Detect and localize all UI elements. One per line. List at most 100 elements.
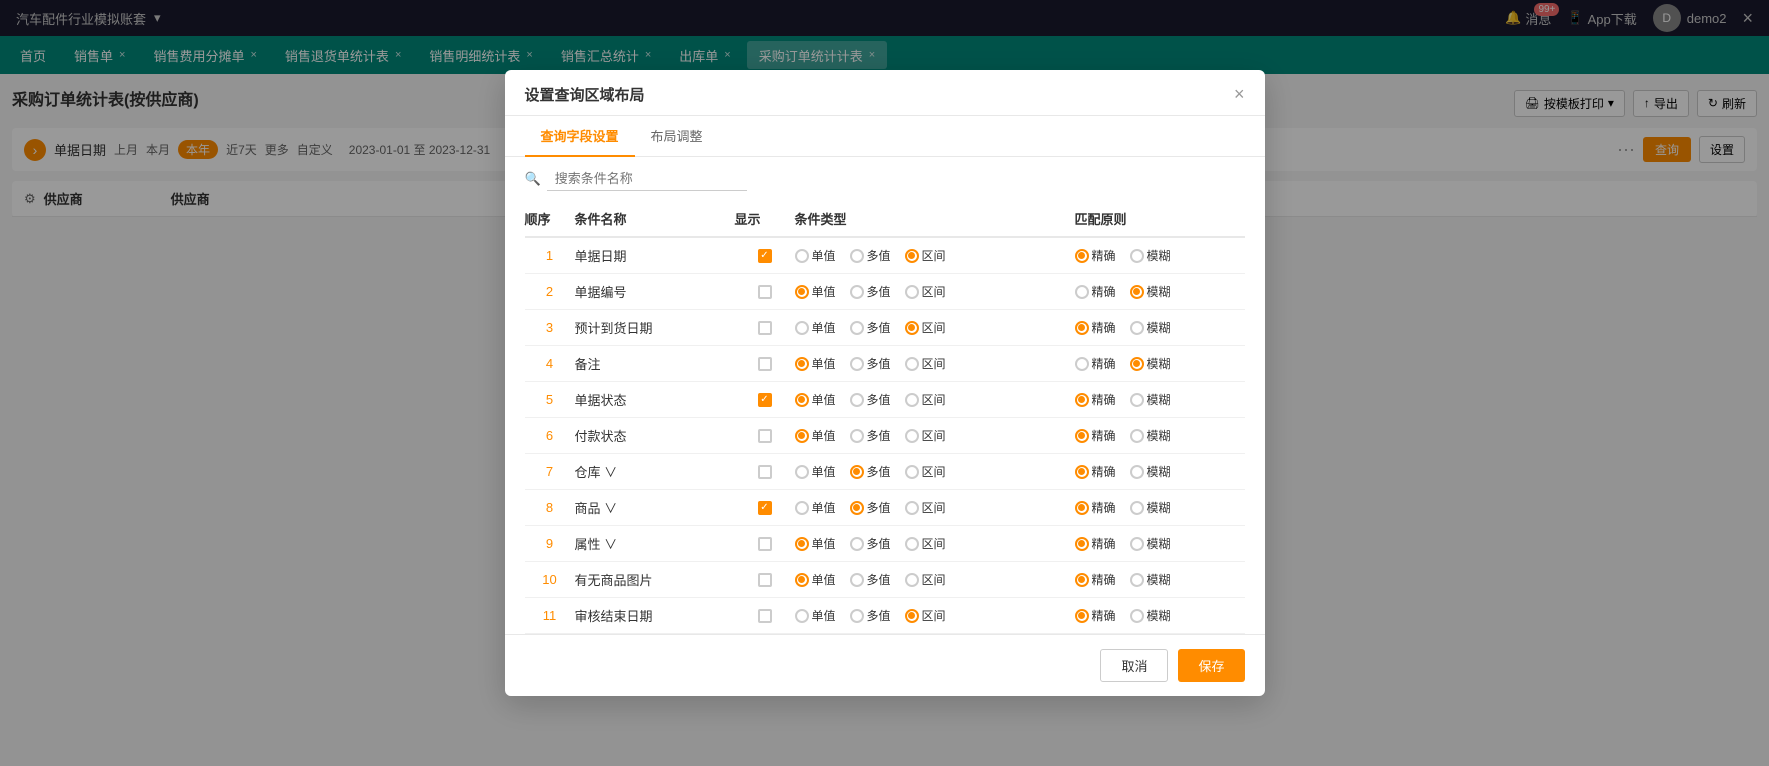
rule-circle-exact — [1075, 537, 1089, 551]
dialog-tab-query-fields[interactable]: 查询字段设置 — [525, 116, 635, 157]
type-radio-single[interactable]: 单值 — [795, 319, 836, 336]
row-name: 单据状态 — [575, 390, 735, 409]
rule-radio-fuzzy[interactable]: 模糊 — [1130, 427, 1171, 444]
type-radio-single[interactable]: 单值 — [795, 499, 836, 516]
rule-radio-fuzzy[interactable]: 模糊 — [1130, 571, 1171, 588]
type-radio-group: 单值多值区间 — [795, 535, 1075, 552]
type-radio-range[interactable]: 区间 — [905, 535, 946, 552]
rule-radio-exact[interactable]: 精确 — [1075, 499, 1116, 516]
rule-radio-fuzzy[interactable]: 模糊 — [1130, 247, 1171, 264]
radio-circle-multi — [850, 465, 864, 479]
rule-circle-exact — [1075, 357, 1089, 371]
row-num: 2 — [525, 284, 575, 299]
col-name: 条件名称 — [575, 209, 735, 228]
type-radio-single[interactable]: 单值 — [795, 535, 836, 552]
display-checkbox[interactable]: ✓ — [758, 393, 772, 407]
type-radio-range[interactable]: 区间 — [905, 499, 946, 516]
display-checkbox[interactable]: ✓ — [758, 501, 772, 515]
type-radio-single[interactable]: 单值 — [795, 427, 836, 444]
dialog-close-icon[interactable]: × — [1234, 84, 1245, 105]
rule-radio-exact[interactable]: 精确 — [1075, 463, 1116, 480]
rule-radio-fuzzy[interactable]: 模糊 — [1130, 319, 1171, 336]
rule-radio-fuzzy[interactable]: 模糊 — [1130, 499, 1171, 516]
type-radio-multi[interactable]: 多值 — [850, 427, 891, 444]
display-checkbox[interactable] — [758, 465, 772, 479]
type-radio-single[interactable]: 单值 — [795, 463, 836, 480]
save-button[interactable]: 保存 — [1178, 649, 1244, 682]
type-radio-multi[interactable]: 多值 — [850, 391, 891, 408]
display-checkbox[interactable] — [758, 429, 772, 443]
type-radio-multi[interactable]: 多值 — [850, 607, 891, 624]
type-radio-single[interactable]: 单值 — [795, 247, 836, 264]
type-radio-range[interactable]: 区间 — [905, 607, 946, 624]
rule-circle-fuzzy — [1130, 429, 1144, 443]
display-checkbox[interactable] — [758, 357, 772, 371]
display-checkbox[interactable] — [758, 573, 772, 587]
display-checkbox[interactable] — [758, 537, 772, 551]
type-radio-range[interactable]: 区间 — [905, 355, 946, 372]
row-name: 单据日期 — [575, 246, 735, 265]
type-radio-range[interactable]: 区间 — [905, 427, 946, 444]
rule-radio-exact[interactable]: 精确 — [1075, 571, 1116, 588]
type-radio-range[interactable]: 区间 — [905, 463, 946, 480]
radio-label-single: 单值 — [812, 319, 836, 336]
rule-label-exact: 精确 — [1092, 391, 1116, 408]
rule-radio-fuzzy[interactable]: 模糊 — [1130, 463, 1171, 480]
row-num: 11 — [525, 608, 575, 623]
search-icon: 🔍 — [525, 171, 541, 187]
rule-radio-fuzzy[interactable]: 模糊 — [1130, 391, 1171, 408]
display-checkbox[interactable] — [758, 609, 772, 623]
rule-radio-exact[interactable]: 精确 — [1075, 319, 1116, 336]
display-checkbox[interactable] — [758, 321, 772, 335]
type-radio-range[interactable]: 区间 — [905, 247, 946, 264]
type-radio-multi[interactable]: 多值 — [850, 283, 891, 300]
rule-radio-exact[interactable]: 精确 — [1075, 283, 1116, 300]
type-radio-multi[interactable]: 多值 — [850, 571, 891, 588]
rule-radio-fuzzy[interactable]: 模糊 — [1130, 283, 1171, 300]
type-radio-range[interactable]: 区间 — [905, 391, 946, 408]
display-checkbox[interactable]: ✓ — [758, 249, 772, 263]
rule-label-exact: 精确 — [1092, 535, 1116, 552]
rule-radio-group: 精确 模糊 — [1075, 355, 1265, 372]
type-radio-single[interactable]: 单值 — [795, 391, 836, 408]
type-radio-multi[interactable]: 多值 — [850, 319, 891, 336]
type-radio-range[interactable]: 区间 — [905, 571, 946, 588]
radio-circle-multi — [850, 321, 864, 335]
type-cell: 单值多值区间 — [795, 607, 1075, 624]
row-display-cell — [735, 429, 795, 443]
type-radio-multi[interactable]: 多值 — [850, 355, 891, 372]
rule-radio-fuzzy[interactable]: 模糊 — [1130, 535, 1171, 552]
rule-radio-exact[interactable]: 精确 — [1075, 355, 1116, 372]
rule-label-fuzzy: 模糊 — [1147, 355, 1171, 372]
type-radio-single[interactable]: 单值 — [795, 355, 836, 372]
type-radio-range[interactable]: 区间 — [905, 319, 946, 336]
type-radio-single[interactable]: 单值 — [795, 607, 836, 624]
rule-cell: 精确模糊 — [1075, 499, 1265, 516]
radio-circle-single — [795, 249, 809, 263]
type-radio-multi[interactable]: 多值 — [850, 535, 891, 552]
radio-label-range: 区间 — [922, 355, 946, 372]
rule-radio-fuzzy[interactable]: 模糊 — [1130, 355, 1171, 372]
rule-radio-fuzzy[interactable]: 模糊 — [1130, 607, 1171, 624]
radio-label-range: 区间 — [922, 283, 946, 300]
radio-circle-range — [905, 393, 919, 407]
type-radio-multi[interactable]: 多值 — [850, 499, 891, 516]
type-radio-single[interactable]: 单值 — [795, 283, 836, 300]
type-radio-range[interactable]: 区间 — [905, 283, 946, 300]
rule-radio-exact[interactable]: 精确 — [1075, 247, 1116, 264]
display-checkbox[interactable] — [758, 285, 772, 299]
search-input[interactable] — [547, 167, 747, 191]
dialog-tab-layout[interactable]: 布局调整 — [635, 116, 719, 157]
rule-radio-exact[interactable]: 精确 — [1075, 535, 1116, 552]
radio-circle-multi — [850, 609, 864, 623]
rule-radio-exact[interactable]: 精确 — [1075, 427, 1116, 444]
radio-circle-multi — [850, 537, 864, 551]
type-radio-multi[interactable]: 多值 — [850, 463, 891, 480]
type-radio-single[interactable]: 单值 — [795, 571, 836, 588]
rule-circle-exact — [1075, 249, 1089, 263]
cancel-button[interactable]: 取消 — [1100, 649, 1168, 682]
type-radio-multi[interactable]: 多值 — [850, 247, 891, 264]
radio-label-single: 单值 — [812, 499, 836, 516]
rule-radio-exact[interactable]: 精确 — [1075, 607, 1116, 624]
rule-radio-exact[interactable]: 精确 — [1075, 391, 1116, 408]
